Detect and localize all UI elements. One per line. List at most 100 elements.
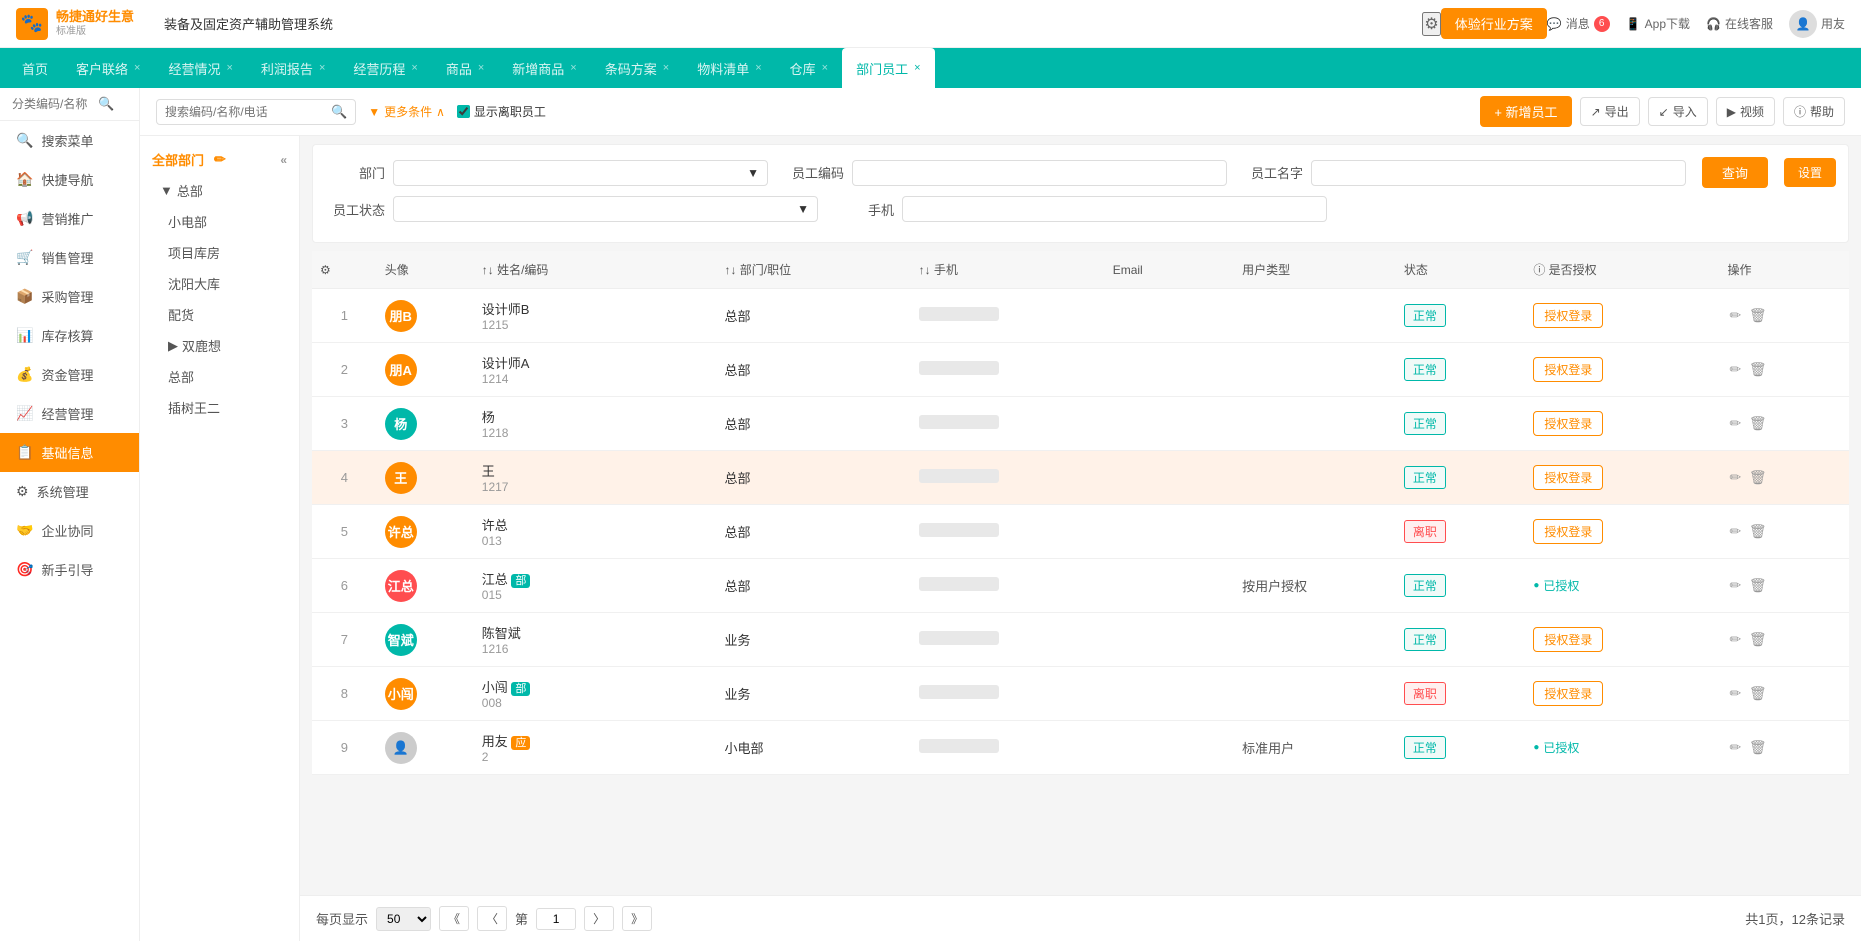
- sidebar-search-input[interactable]: [12, 97, 92, 111]
- app-download-action[interactable]: 📱 App下载: [1626, 15, 1690, 32]
- emp-name-input[interactable]: [1311, 160, 1686, 186]
- th-settings[interactable]: ⚙: [312, 251, 377, 289]
- auth-button[interactable]: 授权登录: [1533, 519, 1603, 544]
- tab-close[interactable]: ×: [570, 62, 576, 74]
- auth-button[interactable]: 授权登录: [1533, 411, 1603, 436]
- dept-filter-select[interactable]: ▼: [393, 160, 768, 186]
- help-button[interactable]: ⓘ 帮助: [1783, 97, 1845, 126]
- phone-input[interactable]: [902, 196, 1327, 222]
- tab-goods[interactable]: 商品×: [432, 48, 498, 88]
- tab-new-goods[interactable]: 新增商品×: [498, 48, 590, 88]
- edit-button[interactable]: ✏: [1729, 685, 1741, 701]
- sidebar-item-quick-nav[interactable]: 🏠 快捷导航: [0, 160, 139, 199]
- tab-bom[interactable]: 物料清单×: [683, 48, 775, 88]
- sidebar-item-purchase[interactable]: 📦 采购管理: [0, 277, 139, 316]
- gear-button[interactable]: ⚙: [1422, 12, 1440, 36]
- sidebar-search-icon[interactable]: 🔍: [98, 96, 114, 112]
- tab-close[interactable]: ×: [914, 62, 920, 74]
- message-action[interactable]: 💬 消息 6: [1547, 15, 1610, 32]
- edit-button[interactable]: ✏: [1729, 631, 1741, 647]
- sidebar-item-guide[interactable]: 🎯 新手引导: [0, 550, 139, 589]
- dept-node-zb[interactable]: 总部: [140, 361, 299, 392]
- search-icon[interactable]: 🔍: [331, 104, 347, 120]
- auth-button[interactable]: 授权登录: [1533, 303, 1603, 328]
- th-dept[interactable]: ↑↓ 部门/职位: [716, 251, 910, 289]
- sidebar-item-operations[interactable]: 📈 经营管理: [0, 394, 139, 433]
- tab-profit[interactable]: 利润报告×: [247, 48, 339, 88]
- tab-close[interactable]: ×: [226, 62, 232, 74]
- edit-button[interactable]: ✏: [1729, 415, 1741, 431]
- tab-operations[interactable]: 经营情况×: [154, 48, 246, 88]
- export-button[interactable]: ↗ 导出: [1580, 97, 1640, 126]
- experience-button[interactable]: 体验行业方案: [1441, 8, 1547, 39]
- dept-node-sy[interactable]: 沈阳大库: [140, 268, 299, 299]
- delete-button[interactable]: 🗑: [1749, 631, 1767, 647]
- dept-node-cs[interactable]: 插树王二: [140, 392, 299, 423]
- per-page-select[interactable]: 50 20 100: [376, 907, 431, 931]
- dept-node-xd[interactable]: 小电部: [140, 206, 299, 237]
- set-button[interactable]: 设置: [1784, 158, 1836, 187]
- filter-more-btn[interactable]: ▼ 更多条件 ∧: [368, 103, 445, 120]
- tab-close[interactable]: ×: [755, 62, 761, 74]
- tab-close[interactable]: ×: [134, 62, 140, 74]
- th-phone[interactable]: ↑↓ 手机: [911, 251, 1105, 289]
- sidebar-item-search-menu[interactable]: 🔍 搜索菜单: [0, 121, 139, 160]
- tab-close[interactable]: ×: [411, 62, 417, 74]
- tab-close[interactable]: ×: [663, 62, 669, 74]
- emp-code-input[interactable]: [852, 160, 1227, 186]
- sidebar-item-system[interactable]: ⚙ 系统管理: [0, 472, 139, 511]
- sidebar-item-basicinfo[interactable]: 📋 基础信息: [0, 433, 139, 472]
- dept-node-ph[interactable]: 配货: [140, 299, 299, 330]
- auth-button[interactable]: 授权登录: [1533, 681, 1603, 706]
- last-page-btn[interactable]: 》: [622, 906, 652, 931]
- dept-node-general[interactable]: ▼ 总部: [140, 175, 299, 206]
- sidebar-item-marketing[interactable]: 📢 营销推广: [0, 199, 139, 238]
- user-action[interactable]: 👤 用友: [1789, 10, 1845, 38]
- page-input[interactable]: [536, 908, 576, 930]
- sidebar-item-inventory[interactable]: 📊 库存核算: [0, 316, 139, 355]
- edit-button[interactable]: ✏: [1729, 307, 1741, 323]
- tab-close[interactable]: ×: [822, 62, 828, 74]
- dept-edit-icon[interactable]: ✏: [214, 151, 226, 168]
- import-button[interactable]: ↙ 导入: [1648, 97, 1708, 126]
- next-page-btn[interactable]: 〉: [584, 906, 614, 931]
- tab-barcode[interactable]: 条码方案×: [591, 48, 683, 88]
- delete-button[interactable]: 🗑: [1749, 577, 1767, 593]
- online-service-action[interactable]: 🎧 在线客服: [1706, 15, 1773, 32]
- delete-button[interactable]: 🗑: [1749, 307, 1767, 323]
- edit-button[interactable]: ✏: [1729, 469, 1741, 485]
- tab-warehouse[interactable]: 仓库×: [776, 48, 842, 88]
- delete-button[interactable]: 🗑: [1749, 415, 1767, 431]
- tab-home[interactable]: 首页: [8, 48, 62, 88]
- delete-button[interactable]: 🗑: [1749, 739, 1767, 755]
- delete-button[interactable]: 🗑: [1749, 523, 1767, 539]
- dept-tree-header[interactable]: 全部部门 ✏ «: [140, 144, 299, 175]
- prev-page-btn[interactable]: 〈: [477, 906, 507, 931]
- emp-status-select[interactable]: ▼: [393, 196, 818, 222]
- add-employee-button[interactable]: + 新增员工: [1480, 96, 1571, 127]
- edit-button[interactable]: ✏: [1729, 739, 1741, 755]
- tab-customer[interactable]: 客户联络×: [62, 48, 154, 88]
- dept-collapse-icon[interactable]: «: [280, 153, 287, 167]
- edit-button[interactable]: ✏: [1729, 523, 1741, 539]
- delete-button[interactable]: 🗑: [1749, 469, 1767, 485]
- dept-node-xm[interactable]: 项目库房: [140, 237, 299, 268]
- sidebar-item-finance[interactable]: 💰 资金管理: [0, 355, 139, 394]
- search-input[interactable]: [165, 105, 325, 119]
- sidebar-item-sales[interactable]: 🛒 销售管理: [0, 238, 139, 277]
- tab-close[interactable]: ×: [478, 62, 484, 74]
- dept-node-sl[interactable]: ▶ 双鹿想: [140, 330, 299, 361]
- view-button[interactable]: ▶ 视频: [1716, 97, 1775, 126]
- auth-button[interactable]: 授权登录: [1533, 465, 1603, 490]
- delete-button[interactable]: 🗑: [1749, 685, 1767, 701]
- auth-button[interactable]: 授权登录: [1533, 357, 1603, 382]
- th-name[interactable]: ↑↓ 姓名/编码: [474, 251, 717, 289]
- tab-close[interactable]: ×: [319, 62, 325, 74]
- edit-button[interactable]: ✏: [1729, 361, 1741, 377]
- delete-button[interactable]: 🗑: [1749, 361, 1767, 377]
- query-button[interactable]: 查询: [1702, 157, 1768, 188]
- edit-button[interactable]: ✏: [1729, 577, 1741, 593]
- show-inactive-checkbox[interactable]: [457, 105, 470, 118]
- sidebar-item-enterprise[interactable]: 🤝 企业协同: [0, 511, 139, 550]
- auth-button[interactable]: 授权登录: [1533, 627, 1603, 652]
